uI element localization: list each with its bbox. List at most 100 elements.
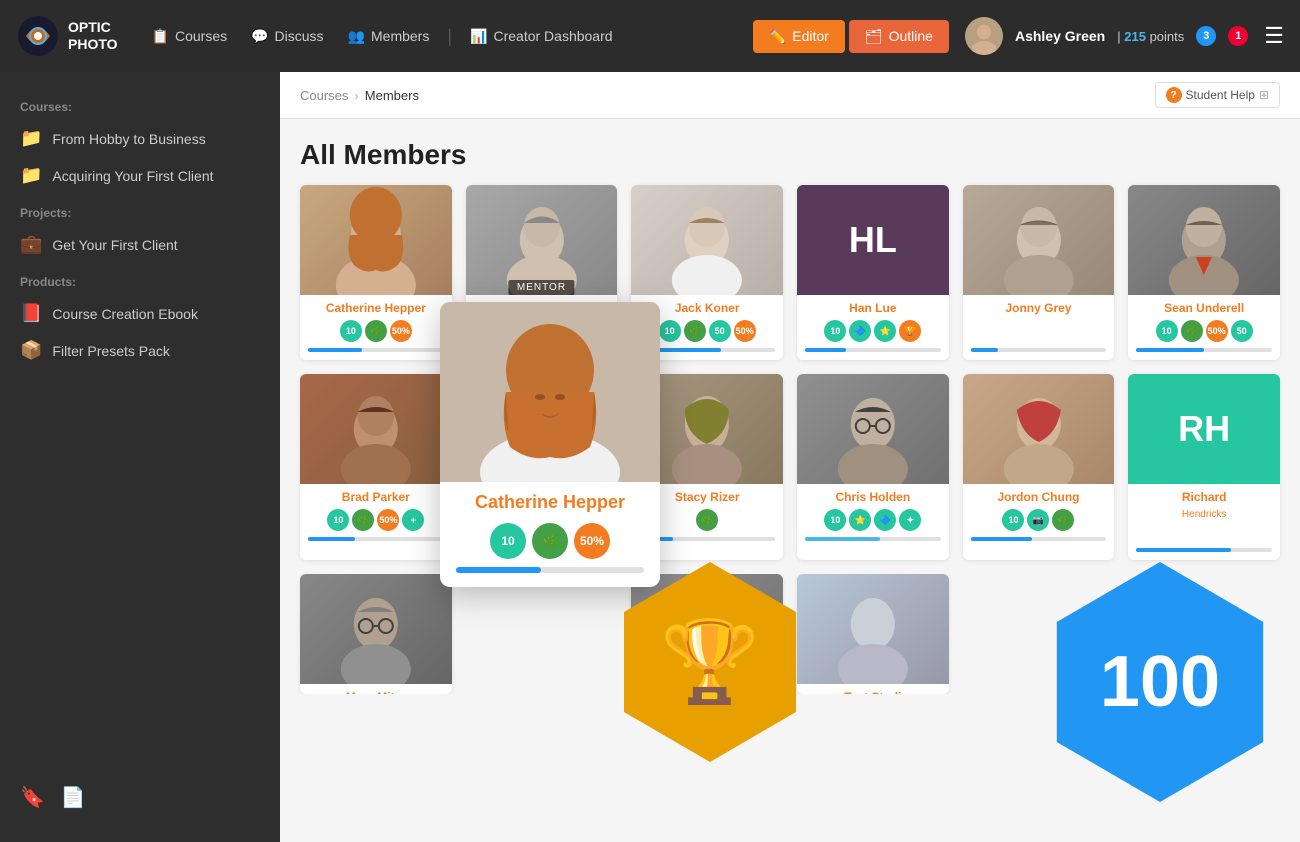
logo-text: OPTIC PHOTO [68,19,118,53]
member-info-jordon: Jordon Chung 10 📷 🌿 [963,484,1115,549]
badge-leaf: 🌿 [365,320,387,342]
breadcrumb-separator: › [354,88,358,103]
member-card-sean[interactable]: Sean Underell 10 🌿 50% 50 [1128,185,1280,360]
sidebar: Courses: 📁 From Hobby to Business 📁 Acqu… [0,72,280,842]
student-help-button[interactable]: ? Student Help ⊞ [1155,82,1280,108]
badge-4-chris: ✦ [899,509,921,531]
nav-creator-dashboard[interactable]: 📊 Creator Dashboard [460,22,623,51]
popup-photo [440,302,660,482]
photo-sean [1128,185,1280,295]
member-info-jonny: Jonny Grey [963,295,1115,360]
number-hexagon: 100 [1040,562,1280,802]
sidebar-item-ebook[interactable]: 📕 Course Creation Ebook [0,295,280,332]
editor-button[interactable]: ✏️ Editor [753,20,845,53]
member-info-chris: Chris Holden 10 ⭐ 🔷 ✦ [797,484,949,549]
bookmark-icon[interactable]: 🔖 [20,785,45,810]
photo-catherine [300,185,452,295]
member-info-sean: Sean Underell 10 🌿 50% 50 [1128,295,1280,360]
progress-bar-richard [1136,548,1272,552]
outline-button[interactable]: 🗂 Outline [849,20,949,53]
badge-4-han: 🏆 [899,320,921,342]
main-content: Courses › Members ? Student Help ⊞ All M… [280,72,1300,842]
member-name-jordon: Jordon Chung [971,490,1107,504]
user-name: Ashley Green [1015,28,1105,44]
member-card-han[interactable]: HL Han Lue 10 🔷 ⭐ 🏆 [797,185,949,360]
member-card-test[interactable]: Test Studi [797,574,949,694]
badge-50pct-sean: 50% [1206,320,1228,342]
nav-discuss[interactable]: 💬 Discuss [241,22,333,51]
book-icon: 📕 [20,303,42,324]
notification-badge-2[interactable]: 1 [1228,26,1248,46]
sidebar-item-project[interactable]: 💼 Get Your First Client [0,226,280,263]
folder-icon-1: 📁 [20,128,42,149]
badge-2-han: 🔷 [849,320,871,342]
courses-icon: 📋 [152,28,169,45]
member-info-test: Test Studi [797,684,949,694]
sidebar-item-client[interactable]: 📁 Acquiring Your First Client [0,157,280,194]
breadcrumb-courses[interactable]: Courses [300,88,348,103]
progress-bar-brad [308,537,444,541]
photo-jonny [963,185,1115,295]
member-card-richard[interactable]: RH Richard Hendricks [1128,374,1280,560]
photo-test [797,574,949,684]
badge-3-han: ⭐ [874,320,896,342]
folder-icon-2: 📁 [20,165,42,186]
member-badges-richard [1136,520,1272,542]
badge-leaf-brad: 🌿 [352,509,374,531]
member-name-brad: Brad Parker [308,490,444,504]
member-badges-catherine: 10 🌿 50% [308,320,444,342]
badge-50pct-jack: 50% [734,320,756,342]
document-icon[interactable]: 📄 [61,785,86,810]
badge-50pct: 50% [390,320,412,342]
products-section-label: Products: [0,263,280,295]
trophy-icon: 🏆 [660,615,760,709]
logo[interactable]: OPTIC PHOTO [16,14,118,58]
notification-badge-1[interactable]: 3 [1196,26,1216,46]
popup-badge-10: 10 [490,523,526,559]
page-title-bar: All Members [280,119,1300,185]
badge-2-chris: ⭐ [849,509,871,531]
member-info-han: Han Lue 10 🔷 ⭐ 🏆 [797,295,949,360]
hamburger-menu[interactable]: ☰ [1264,23,1284,49]
help-expand-icon: ⊞ [1259,88,1269,102]
badge-leaf-jordon: 🌿 [1052,509,1074,531]
help-question-icon: ? [1166,87,1182,103]
member-card-chris[interactable]: Chris Holden 10 ⭐ 🔷 ✦ [797,374,949,560]
members-grid-row1: Catherine Hepper 10 🌿 50% [280,185,1300,374]
progress-bar-chris [805,537,941,541]
member-info-catherine: Catherine Hepper 10 🌿 50% [300,295,452,360]
badge-10-han: 10 [824,320,846,342]
member-card-jonny[interactable]: Jonny Grey [963,185,1115,360]
popup-photo-svg [440,302,660,482]
sidebar-item-hobby[interactable]: 📁 From Hobby to Business [0,120,280,157]
member-info-brad: Brad Parker 10 🌿 50% + [300,484,452,549]
member-badges-jordon: 10 📷 🌿 [971,509,1107,531]
nav-right: Ashley Green | 215 points 3 1 ☰ [965,17,1284,55]
trophy-hexagon: 🏆 [610,562,810,762]
popup-card[interactable]: Catherine Hepper 10 🌿 50% [440,302,660,587]
sidebar-item-presets[interactable]: 📦 Filter Presets Pack [0,332,280,369]
member-name-richard: Richard [1136,490,1272,504]
member-card-jordon[interactable]: Jordon Chung 10 📷 🌿 [963,374,1115,560]
badge-50-sean: 50 [1231,320,1253,342]
member-card-brad[interactable]: Brad Parker 10 🌿 50% + [300,374,452,560]
points-label: | 215 points [1117,29,1184,44]
member-badges-han: 10 🔷 ⭐ 🏆 [805,320,941,342]
nav-links: 📋 Courses 💬 Discuss 👥 Members | 📊 Creato… [142,20,949,53]
avatar[interactable] [965,17,1003,55]
trophy-overlay: 🏆 [610,562,810,762]
badge-10-sean: 10 [1156,320,1178,342]
member-info-richard: Richard Hendricks [1128,484,1280,560]
members-icon: 👥 [348,28,365,45]
nav-courses[interactable]: 📋 Courses [142,22,238,51]
badge-50pct-brad: 50% [377,509,399,531]
page-title: All Members [300,139,1280,171]
member-card-mara[interactable]: Mara Mitry 10 🌿 📷 [300,574,452,694]
breadcrumb: Courses › Members ? Student Help ⊞ [280,72,1300,119]
member-badges-chris: 10 ⭐ 🔷 ✦ [805,509,941,531]
nav-members[interactable]: 👥 Members [338,22,440,51]
progress-bar-catherine [308,348,444,352]
member-card-catherine[interactable]: Catherine Hepper 10 🌿 50% [300,185,452,360]
member-name-jonny: Jonny Grey [971,301,1107,315]
badge-10-jordon: 10 [1002,509,1024,531]
